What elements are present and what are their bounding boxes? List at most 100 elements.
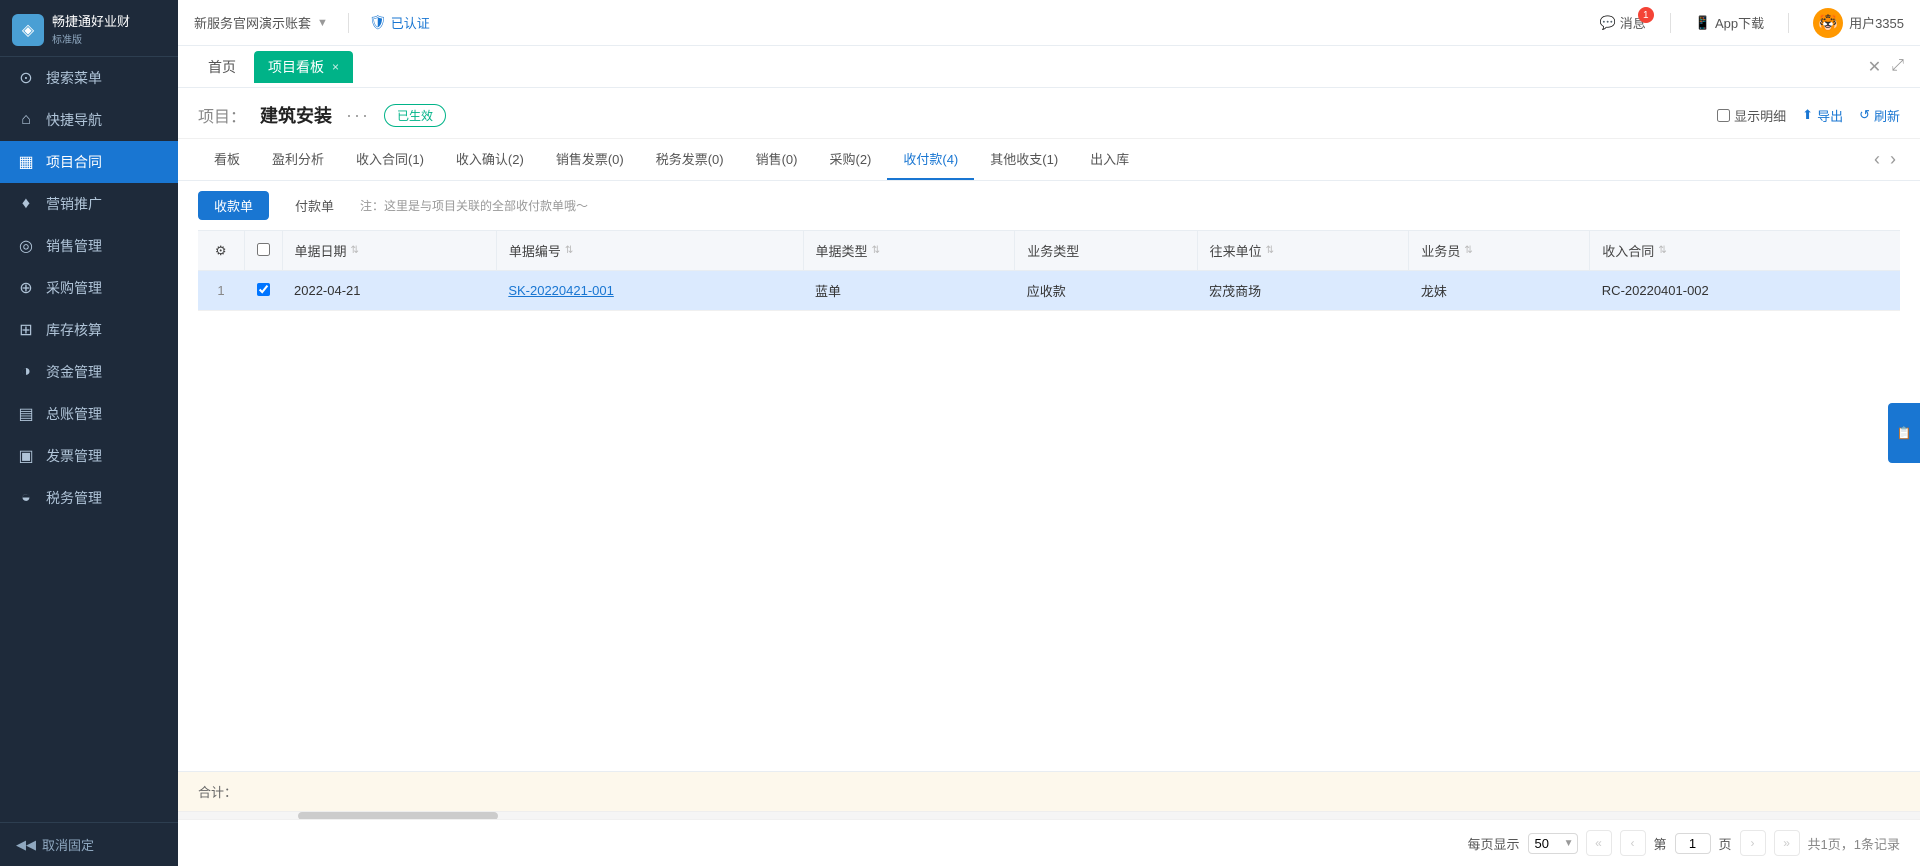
page-first-button[interactable]: « — [1586, 830, 1612, 856]
sort-contract-icon[interactable]: ⇅ — [1658, 245, 1666, 256]
sort-code-icon[interactable]: ⇅ — [565, 245, 573, 256]
sidebar-item-marketing[interactable]: ♦ 营销推广 — [0, 183, 178, 225]
sort-date-icon[interactable]: ⇅ — [351, 245, 359, 256]
tab-sales[interactable]: 销售(0) — [740, 139, 814, 180]
export-icon: ⬆ — [1802, 107, 1813, 123]
sidebar-item-tax[interactable]: ◒ 税务管理 — [0, 477, 178, 519]
tab-receipt[interactable]: 收付款(4) — [887, 139, 974, 180]
sort-partner-icon[interactable]: ⇅ — [1266, 245, 1274, 256]
tab-income-confirm[interactable]: 收入确认(2) — [440, 139, 540, 180]
tab-sales-invoice[interactable]: 销售发票(0) — [540, 139, 640, 180]
sidebar-item-sales[interactable]: ◎ 销售管理 — [0, 225, 178, 267]
page-prev-button[interactable]: ‹ — [1620, 830, 1646, 856]
page-size-select[interactable]: 20 50 100 — [1528, 833, 1578, 854]
td-code-link[interactable]: SK-20220421-001 — [508, 283, 614, 298]
nav-tabs: 看板 盈利分析 收入合同(1) 收入确认(2) 销售发票(0) 税务发票(0) … — [178, 139, 1920, 181]
td-biztype: 应收款 — [1015, 271, 1197, 311]
purchase-icon: ⊕ — [16, 278, 36, 298]
sidebar-item-purchase[interactable]: ⊕ 采购管理 — [0, 267, 178, 309]
total-row: 合计： — [178, 771, 1920, 811]
tab-home[interactable]: 首页 — [194, 51, 250, 83]
sidebar-label-project: 项目合同 — [46, 152, 102, 172]
content-area: 项目： 建筑安装 ··· 已生效 显示明细 ⬆ 导出 ↺ 刷新 — [178, 88, 1920, 866]
th-settings[interactable]: ⚙ — [198, 231, 244, 271]
select-all-checkbox[interactable] — [257, 243, 270, 256]
td-salesman: 龙妹 — [1409, 271, 1590, 311]
marketing-icon: ♦ — [16, 195, 36, 213]
page-last-button[interactable]: » — [1774, 830, 1800, 856]
table-wrap: ⚙ 单据日期⇅ 单据编号⇅ 单据类型⇅ 业务类型 往来单位⇅ 业务员⇅ 收入合同… — [178, 230, 1920, 771]
float-side-button[interactable]: 📋 — [1888, 403, 1920, 463]
account-selector[interactable]: 新服务官网演示账套 ▼ — [194, 13, 328, 32]
pin-icon: ◀◀ — [16, 837, 36, 853]
td-code[interactable]: SK-20220421-001 — [496, 271, 803, 311]
project-header: 项目： 建筑安装 ··· 已生效 显示明细 ⬆ 导出 ↺ 刷新 — [178, 88, 1920, 139]
topbar-divider-1 — [348, 13, 349, 33]
project-icon: ▦ — [16, 152, 36, 172]
tab-other-expense[interactable]: 其他收支(1) — [974, 139, 1074, 180]
nav-next-arrow[interactable]: › — [1886, 145, 1900, 174]
sidebar-menu: ⊙ 搜索菜单 ⌂ 快捷导航 ▦ 项目合同 ♦ 营销推广 ◎ 销售管理 ⊕ 采购管… — [0, 57, 178, 822]
page-size-label: 每页显示 — [1467, 834, 1519, 853]
sidebar-item-finance[interactable]: ◑ 资金管理 — [0, 351, 178, 393]
td-checkbox[interactable] — [244, 271, 282, 311]
tab-tax-invoice[interactable]: 税务发票(0) — [640, 139, 740, 180]
sub-tab-receipt[interactable]: 收款单 — [198, 191, 269, 220]
project-label: 项目： — [198, 103, 246, 127]
export-button[interactable]: ⬆ 导出 — [1802, 106, 1843, 125]
tab-kanban[interactable]: 看板 — [198, 139, 256, 180]
th-date: 单据日期⇅ — [282, 231, 496, 271]
th-checkbox[interactable] — [244, 231, 282, 271]
sidebar-item-inventory[interactable]: ⊞ 库存核算 — [0, 309, 178, 351]
sub-tab-note: 注：这里是与项目关联的全部收付款单哦～ — [360, 197, 588, 214]
cancel-pin-label: 取消固定 — [42, 835, 94, 854]
sort-type-icon[interactable]: ⇅ — [872, 245, 880, 256]
row-checkbox[interactable] — [257, 283, 270, 296]
project-more-button[interactable]: ··· — [346, 105, 370, 126]
tab-close-button[interactable]: × — [332, 60, 339, 74]
user-menu[interactable]: 🐯 用户3355 — [1813, 8, 1904, 38]
table-row[interactable]: 1 2022-04-21 SK-20220421-001 蓝单 应收款 宏茂商场… — [198, 271, 1900, 311]
window-maximize-button[interactable]: ⤢ — [1891, 57, 1904, 77]
tab-io[interactable]: 出入库 — [1074, 139, 1145, 180]
tab-project-kanban[interactable]: 项目看板 × — [254, 51, 353, 83]
sidebar-item-invoice[interactable]: ▣ 发票管理 — [0, 435, 178, 477]
sidebar-label-ledger: 总账管理 — [46, 404, 102, 424]
sidebar-item-search[interactable]: ⊙ 搜索菜单 — [0, 57, 178, 99]
account-name: 新服务官网演示账套 — [194, 13, 311, 32]
shield-icon: 🛡 — [369, 14, 387, 31]
tab-purchase[interactable]: 采购(2) — [813, 139, 887, 180]
sidebar: ◈ 畅捷通好业财 标准版 ⊙ 搜索菜单 ⌂ 快捷导航 ▦ 项目合同 ♦ 营销推广… — [0, 0, 178, 866]
page-next-button[interactable]: › — [1740, 830, 1766, 856]
nav-prev-arrow[interactable]: ‹ — [1870, 145, 1884, 174]
td-income-contract: RC-20220401-002 — [1590, 271, 1900, 311]
cancel-pin-button[interactable]: ◀◀ 取消固定 — [0, 822, 178, 866]
nav-tab-arrows: ‹ › — [1870, 145, 1900, 174]
data-table: ⚙ 单据日期⇅ 单据编号⇅ 单据类型⇅ 业务类型 往来单位⇅ 业务员⇅ 收入合同… — [198, 230, 1900, 311]
show-detail-input[interactable] — [1717, 109, 1730, 122]
show-detail-checkbox[interactable]: 显示明细 — [1717, 106, 1786, 125]
page-size-wrap: 20 50 100 ▼ — [1528, 833, 1578, 854]
refresh-button[interactable]: ↺ 刷新 — [1859, 106, 1900, 125]
sub-tab-payment[interactable]: 付款单 — [279, 191, 350, 220]
window-close-button[interactable]: ✕ — [1868, 57, 1881, 77]
message-button[interactable]: 💬 消息 1 — [1600, 13, 1646, 32]
project-name: 建筑安装 — [260, 102, 332, 128]
page-input[interactable] — [1675, 833, 1711, 854]
tab-profit[interactable]: 盈利分析 — [256, 139, 340, 180]
export-label: 导出 — [1817, 106, 1843, 125]
app-download-button[interactable]: 📱 App下载 — [1695, 13, 1764, 32]
th-biztype: 业务类型 — [1015, 231, 1197, 271]
sidebar-label-tax: 税务管理 — [46, 488, 102, 508]
sidebar-item-ledger[interactable]: ▤ 总账管理 — [0, 393, 178, 435]
main-area: 新服务官网演示账套 ▼ 🛡 已认证 💬 消息 1 📱 App下载 🐯 用户335… — [178, 0, 1920, 866]
sidebar-label-invoice: 发票管理 — [46, 446, 102, 466]
sidebar-item-project[interactable]: ▦ 项目合同 — [0, 141, 178, 183]
sort-salesman-icon[interactable]: ⇅ — [1464, 245, 1472, 256]
logo-sub: 标准版 — [52, 31, 130, 46]
refresh-icon: ↺ — [1859, 107, 1870, 123]
sales-icon: ◎ — [16, 236, 36, 256]
sidebar-label-sales: 销售管理 — [46, 236, 102, 256]
tab-income-contract[interactable]: 收入合同(1) — [340, 139, 440, 180]
sidebar-item-quicknav[interactable]: ⌂ 快捷导航 — [0, 99, 178, 141]
